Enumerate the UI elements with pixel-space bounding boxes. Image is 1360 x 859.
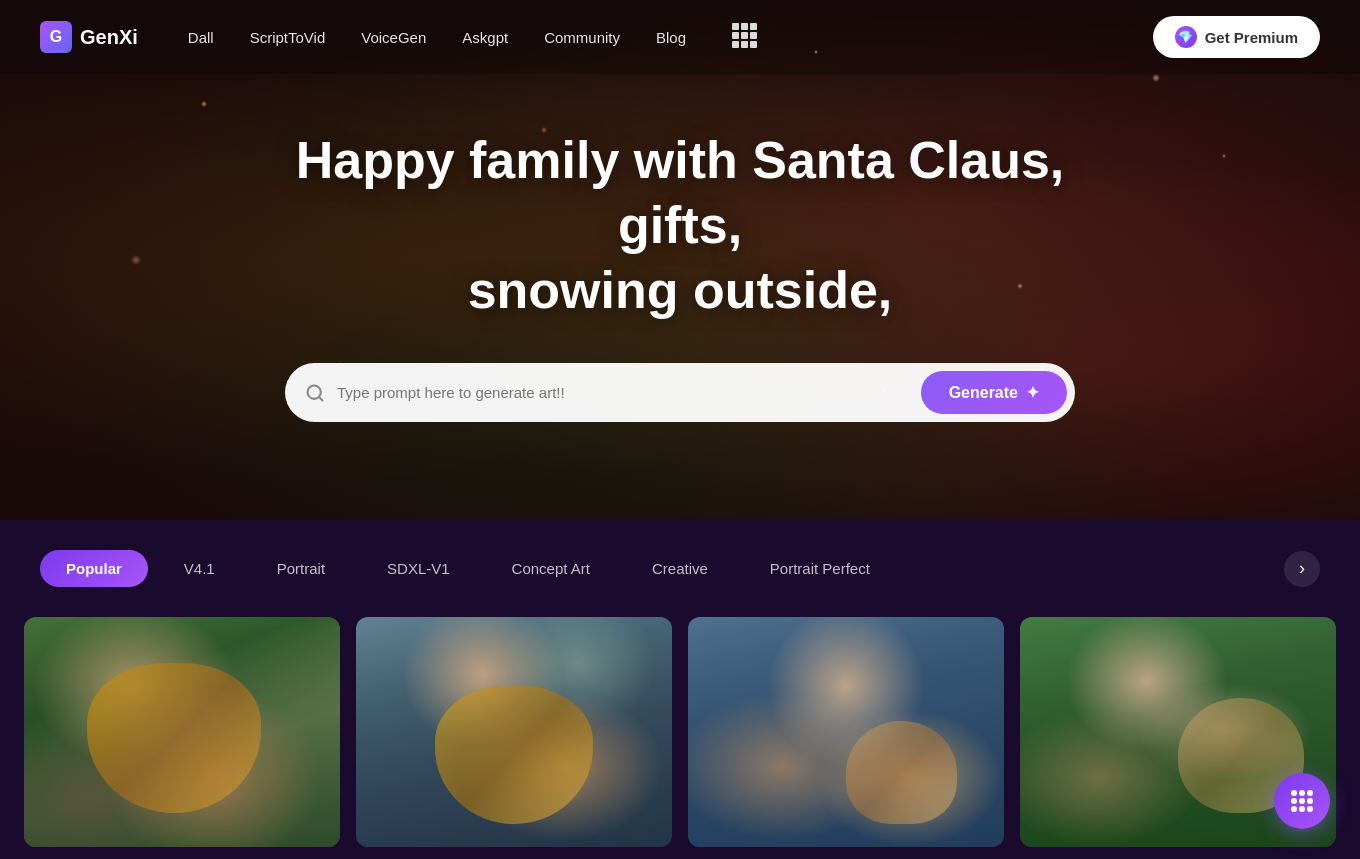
logo-text: GenXi — [80, 26, 138, 49]
gallery-card-2[interactable] — [356, 617, 672, 847]
gallery-grid — [24, 617, 1336, 847]
generate-button[interactable]: Generate ✦ — [921, 371, 1067, 414]
tabs-next-arrow[interactable]: › — [1284, 551, 1320, 587]
get-premium-label: Get Premium — [1205, 29, 1298, 46]
gallery-section — [0, 607, 1360, 859]
logo-icon: G — [40, 21, 72, 53]
tab-creative[interactable]: Creative — [626, 550, 734, 587]
search-icon — [305, 383, 325, 403]
logo[interactable]: G GenXi — [40, 21, 138, 53]
search-bar: Generate ✦ — [285, 363, 1075, 422]
tab-sdxlv1[interactable]: SDXL-V1 — [361, 550, 476, 587]
gallery-card-3[interactable] — [688, 617, 1004, 847]
nav-links: Dall ScriptToVid VoiceGen Askgpt Communi… — [188, 23, 1133, 51]
fab-grid-icon — [1291, 790, 1313, 812]
fab-button[interactable] — [1274, 773, 1330, 829]
tab-portrait-perfect[interactable]: Portrait Perfect — [744, 550, 896, 587]
grid-menu-icon[interactable] — [732, 23, 760, 51]
nav-link-dall[interactable]: Dall — [188, 29, 214, 46]
nav-link-community[interactable]: Community — [544, 29, 620, 46]
tabs-section: Popular V4.1 Portrait SDXL-V1 Concept Ar… — [0, 520, 1360, 607]
tab-popular[interactable]: Popular — [40, 550, 148, 587]
hero-content: Happy family with Santa Claus, gifts, sn… — [0, 98, 1360, 422]
tabs-row: Popular V4.1 Portrait SDXL-V1 Concept Ar… — [40, 550, 1320, 587]
sparkle-icon: ✦ — [1026, 383, 1039, 402]
hero-title-line2: snowing outside, — [468, 261, 893, 319]
search-input[interactable] — [337, 384, 909, 401]
navbar: G GenXi Dall ScriptToVid VoiceGen Askgpt… — [0, 0, 1360, 74]
generate-label: Generate — [949, 384, 1018, 402]
tab-portrait[interactable]: Portrait — [251, 550, 351, 587]
nav-link-blog[interactable]: Blog — [656, 29, 686, 46]
nav-link-askgpt[interactable]: Askgpt — [462, 29, 508, 46]
svg-line-1 — [319, 396, 323, 400]
tab-v41[interactable]: V4.1 — [158, 550, 241, 587]
gem-icon: 💎 — [1175, 26, 1197, 48]
nav-link-voicegen[interactable]: VoiceGen — [361, 29, 426, 46]
hero-section: Happy family with Santa Claus, gifts, sn… — [0, 0, 1360, 520]
get-premium-button[interactable]: 💎 Get Premium — [1153, 16, 1320, 58]
hero-title: Happy family with Santa Claus, gifts, sn… — [280, 128, 1080, 323]
hero-title-line1: Happy family with Santa Claus, gifts, — [296, 131, 1065, 254]
gallery-card-1[interactable] — [24, 617, 340, 847]
tab-concept-art[interactable]: Concept Art — [486, 550, 616, 587]
nav-link-scripttovid[interactable]: ScriptToVid — [250, 29, 326, 46]
